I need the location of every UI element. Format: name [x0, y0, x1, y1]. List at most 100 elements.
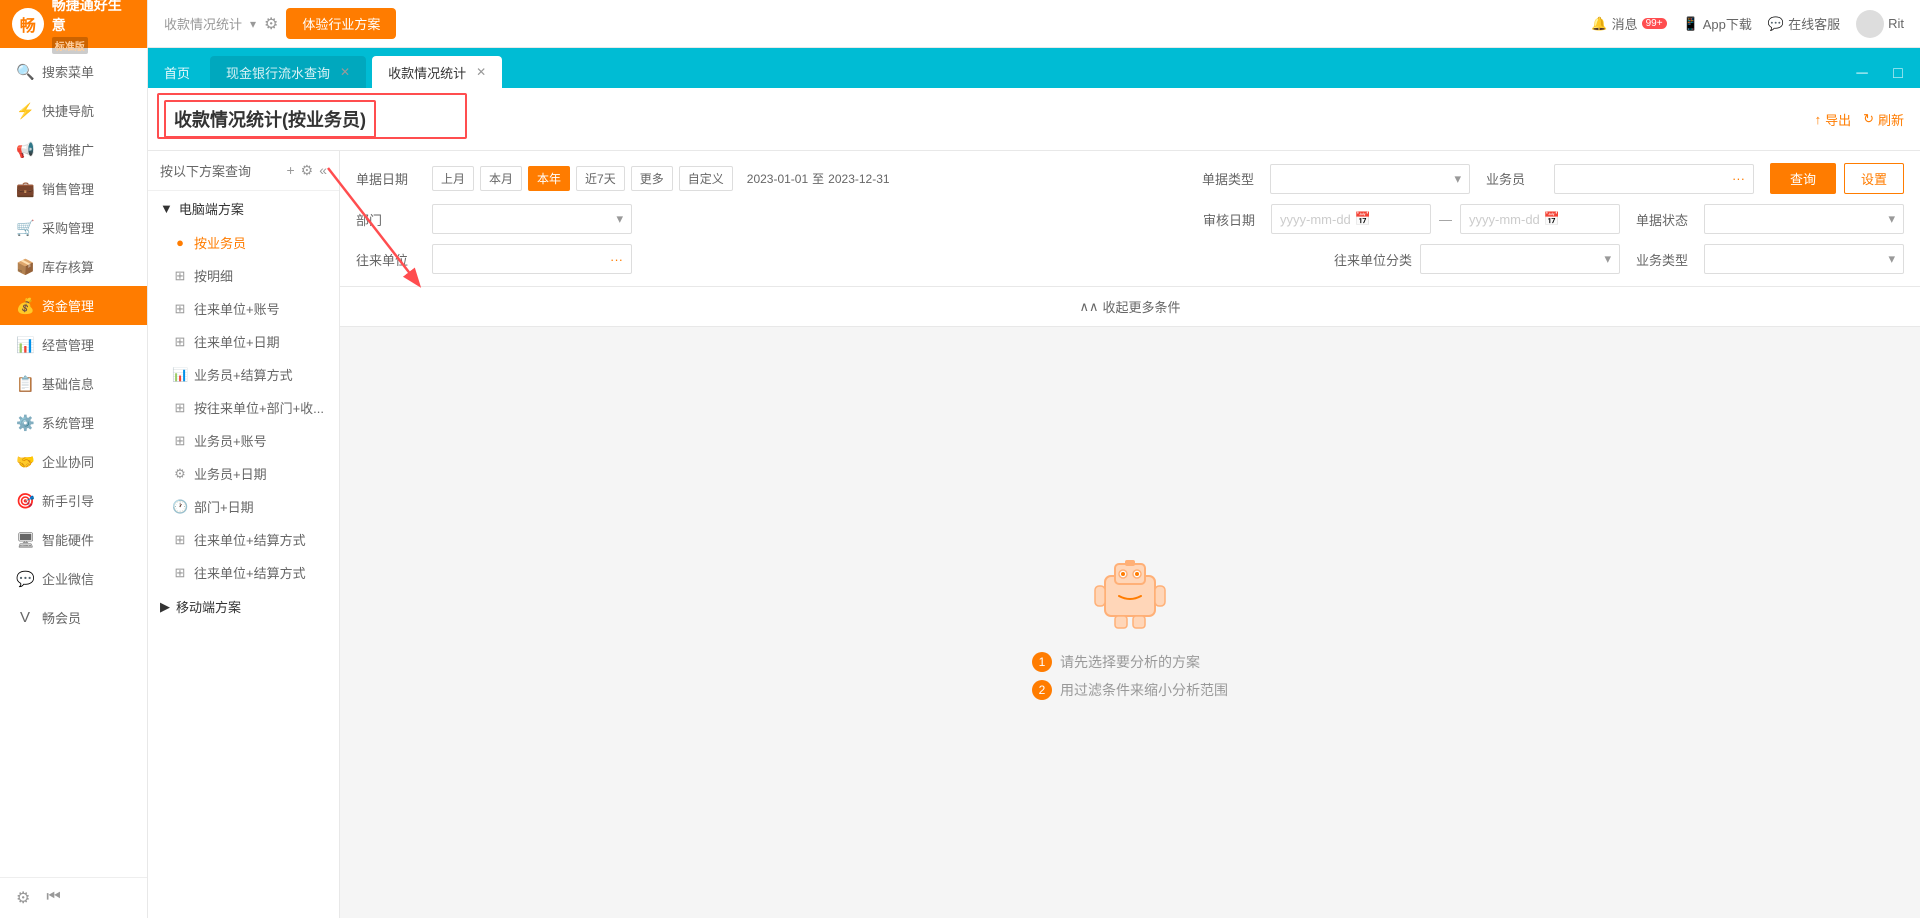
sidebar-item-purchase[interactable]: 🛒采购管理 — [0, 208, 147, 247]
filter-row-1: 单据日期 上月 本月 本年 近7天 更多 自定义 2023-01-01 至 20 — [356, 163, 1904, 194]
sidebar-item-quicknav[interactable]: ⚡快捷导航 — [0, 91, 147, 130]
scheme-item-partner-account[interactable]: ⊞ 往来单位+账号 — [148, 292, 339, 325]
operation-icon: 📊 — [16, 336, 34, 354]
wechat-icon: 💬 — [16, 570, 34, 588]
scheme-settings-btn[interactable]: ⚙ — [301, 162, 314, 179]
online-service-btn[interactable]: 💬 在线客服 — [1768, 14, 1840, 33]
date-last-month[interactable]: 上月 — [432, 166, 474, 191]
scheme-item-by-detail[interactable]: ⊞ 按明细 — [148, 259, 339, 292]
partner-more-icon[interactable]: ··· — [610, 252, 623, 267]
export-btn[interactable]: ↑ 导出 — [1815, 110, 1852, 129]
scheme-item-partner-settle2[interactable]: ⊞ 往来单位+结算方式 — [148, 556, 339, 589]
sidebar-settings-icon[interactable]: ⚙ — [16, 888, 30, 908]
salesman-more-icon[interactable]: ··· — [1732, 171, 1745, 186]
calendar-from-icon[interactable]: 📅 — [1355, 211, 1371, 227]
content-wrapper: 按以下方案查询 + ⚙ « ▼ 电脑端方案 ● 按业务员 — [148, 151, 1920, 918]
sidebar-collapse-icon[interactable]: ⏮ — [46, 888, 60, 908]
voucher-status-select[interactable]: ▾ — [1704, 204, 1904, 234]
partner-select[interactable]: ··· — [432, 244, 632, 274]
date-this-month[interactable]: 本月 — [480, 166, 522, 191]
business-type-select[interactable]: ▾ — [1704, 244, 1904, 274]
sidebar-item-sales[interactable]: 💼销售管理 — [0, 169, 147, 208]
dept-select[interactable]: ▾ — [432, 204, 632, 234]
scheme-item-by-salesman[interactable]: ● 按业务员 — [148, 226, 339, 259]
search-icon: 🔍 — [16, 63, 34, 81]
tab-receipts[interactable]: 收款情况统计 ✕ — [372, 56, 502, 88]
salesman-select[interactable]: ··· — [1554, 164, 1754, 194]
sidebar-footer: ⚙ ⏮ — [0, 877, 147, 918]
scheme-detail-icon: ⊞ — [172, 268, 188, 284]
scheme-item-partner-date[interactable]: ⊞ 往来单位+日期 — [148, 325, 339, 358]
topbar-breadcrumb: 收款情况统计 — [164, 14, 242, 33]
sidebar-item-marketing[interactable]: 📢营销推广 — [0, 130, 147, 169]
date-this-year[interactable]: 本年 — [528, 166, 570, 191]
scheme-item-dept-date[interactable]: 🕐 部门+日期 — [148, 490, 339, 523]
salesman-label: 业务员 — [1486, 169, 1546, 188]
scheme-dd-icon: 🕐 — [172, 499, 188, 515]
tab-bank-close[interactable]: ✕ — [340, 65, 350, 79]
scheme-group-mobile[interactable]: ▶ 移动端方案 — [148, 589, 339, 624]
messages-label: 消息 — [1612, 14, 1638, 33]
collapse-bar[interactable]: ∧∧ 收起更多条件 — [340, 287, 1920, 327]
sidebar-item-member[interactable]: V畅会员 — [0, 598, 147, 637]
refresh-btn[interactable]: ↻ 刷新 — [1863, 110, 1904, 129]
sidebar-item-operation[interactable]: 📊经营管理 — [0, 325, 147, 364]
scheme-group-desktop[interactable]: ▼ 电脑端方案 — [148, 191, 339, 226]
query-btn[interactable]: 查询 — [1770, 163, 1836, 194]
settings-btn[interactable]: 设置 — [1844, 163, 1904, 194]
scheme-collapse-btn[interactable]: « — [319, 162, 327, 179]
date-from: 2023-01-01 — [747, 172, 808, 186]
tab-maximize-icon[interactable]: □ — [1884, 60, 1912, 88]
date-separator: 至 — [812, 170, 824, 187]
sidebar-item-wechat[interactable]: 💬企业微信 — [0, 559, 147, 598]
sidebar-item-finance[interactable]: 💰资金管理 — [0, 286, 147, 325]
user-avatar — [1856, 10, 1884, 38]
data-area: 1 请先选择要分析的方案 2 用过滤条件来缩小分析范围 — [340, 327, 1920, 918]
review-date-from-input[interactable]: yyyy-mm-dd 📅 — [1271, 204, 1431, 234]
app-download-btn[interactable]: 📱 App下载 — [1683, 14, 1752, 33]
scheme-item-salesman-settle[interactable]: 📊 业务员+结算方式 — [148, 358, 339, 391]
calendar-to-icon[interactable]: 📅 — [1544, 211, 1560, 227]
scheme-header: 按以下方案查询 + ⚙ « — [148, 151, 339, 191]
messages-badge: 99+ — [1642, 18, 1667, 29]
sidebar-item-guide[interactable]: 🎯新手引导 — [0, 481, 147, 520]
topbar: 收款情况统计 ▾ ⚙ 体验行业方案 🔔 消息 99+ 📱 App下载 💬 在线客… — [148, 0, 1920, 48]
tab-receipts-close[interactable]: ✕ — [476, 65, 486, 79]
filter-area: 单据日期 上月 本月 本年 近7天 更多 自定义 2023-01-01 至 20 — [340, 151, 1920, 287]
tip-num-1: 1 — [1032, 652, 1052, 672]
dept-chevron-icon: ▾ — [616, 211, 623, 227]
tab-minimize-icon[interactable]: ─ — [1848, 60, 1876, 88]
date-more[interactable]: 更多 — [631, 166, 673, 191]
business-type-chevron-icon: ▾ — [1888, 251, 1895, 267]
sidebar-item-system[interactable]: ⚙️系统管理 — [0, 403, 147, 442]
sidebar-item-hardware[interactable]: 🖥智能硬件 — [0, 520, 147, 559]
sidebar-item-inventory[interactable]: 📦库存核算 — [0, 247, 147, 286]
sidebar-item-basic[interactable]: 📋基础信息 — [0, 364, 147, 403]
empty-tips: 1 请先选择要分析的方案 2 用过滤条件来缩小分析范围 — [1032, 652, 1228, 700]
sidebar-item-enterprise[interactable]: 🤝企业协同 — [0, 442, 147, 481]
tab-bank[interactable]: 现金银行流水查询 ✕ — [210, 56, 366, 88]
topbar-gear-icon[interactable]: ⚙ — [264, 14, 278, 34]
trial-btn[interactable]: 体验行业方案 — [286, 8, 396, 39]
scheme-item-partner-settle1[interactable]: ⊞ 往来单位+结算方式 — [148, 523, 339, 556]
scheme-add-btn[interactable]: + — [286, 162, 294, 179]
sidebar-item-search[interactable]: 🔍搜索菜单 — [0, 52, 147, 91]
voucher-type-select[interactable]: ▾ — [1270, 164, 1470, 194]
scheme-item-partner-dept[interactable]: ⊞ 按往来单位+部门+收... — [148, 391, 339, 424]
review-date-to-input[interactable]: yyyy-mm-dd 📅 — [1460, 204, 1620, 234]
partner-category-select[interactable]: ▾ — [1420, 244, 1620, 274]
partner-label: 往来单位 — [356, 250, 416, 269]
date-custom[interactable]: 自定义 — [679, 166, 733, 191]
export-icon: ↑ — [1815, 112, 1822, 127]
voucher-status-group: 单据状态 ▾ — [1636, 204, 1904, 234]
scheme-item-salesman-account[interactable]: ⊞ 业务员+账号 — [148, 424, 339, 457]
scheme-item-salesman-date[interactable]: ⚙ 业务员+日期 — [148, 457, 339, 490]
date-last7[interactable]: 近7天 — [576, 166, 625, 191]
content-area: 收款情况统计(按业务员) ↑ 导出 ↻ 刷新 按以下方案查询 + — [148, 88, 1920, 918]
messages-btn[interactable]: 🔔 消息 99+ — [1591, 14, 1666, 33]
user-profile[interactable]: Rit — [1856, 10, 1904, 38]
sales-icon: 💼 — [16, 180, 34, 198]
tab-home[interactable]: 首页 — [148, 56, 206, 88]
business-type-group: 业务类型 ▾ — [1636, 244, 1904, 274]
user-name: Rit — [1888, 16, 1904, 31]
